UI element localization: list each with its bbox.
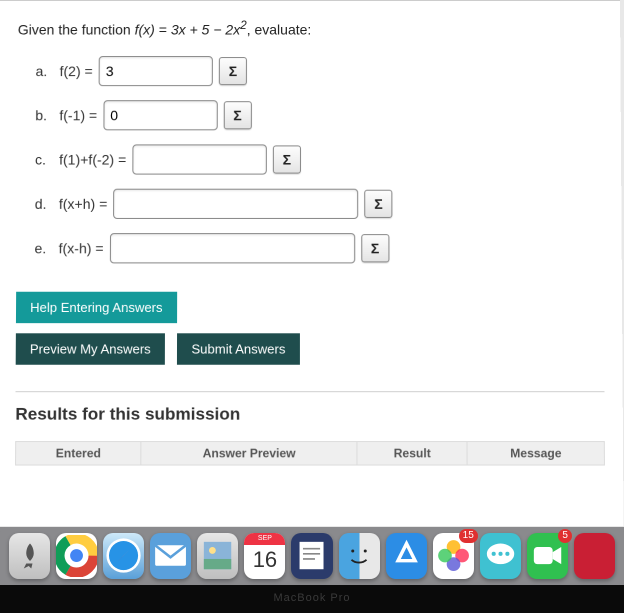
help-entering-answers-button[interactable]: Help Entering Answers [16,291,177,322]
submit-answers-button[interactable]: Submit Answers [177,333,299,364]
label-c: c. [35,151,55,167]
launchpad-icon[interactable] [9,533,50,579]
textedit-icon[interactable] [291,533,332,579]
photos-badge: 15 [459,529,478,543]
messages-icon[interactable] [480,533,521,579]
answer-input-d[interactable] [113,188,358,218]
col-entered: Entered [16,441,142,464]
answer-input-b[interactable] [103,100,217,130]
answer-input-a[interactable] [99,56,213,86]
question-row-d: d. f(x+h) = Σ [17,188,604,218]
prompt-suffix: , evaluate: [247,22,312,38]
label-b: b. [35,107,55,123]
label-e: e. [34,240,54,256]
label-d: d. [35,195,55,211]
dock-app-icon[interactable] [574,533,615,579]
text-a: f(2) = [60,63,93,79]
text-b: f(-1) = [59,107,97,123]
results-heading: Results for this submission [15,404,604,424]
col-message: Message [467,441,604,464]
prompt-func-rhs: 3x + 5 − 2x [171,22,240,38]
question-row-b: b. f(-1) = Σ [17,100,603,130]
results-header-row: Entered Answer Preview Result Message [16,441,605,464]
preview-icon[interactable] [197,533,238,579]
finder-icon[interactable] [339,533,380,579]
facetime-icon[interactable]: 5 [527,533,568,579]
answer-input-c[interactable] [132,144,267,174]
col-result: Result [357,441,467,464]
mail-icon[interactable] [150,533,191,579]
chrome-icon[interactable] [56,533,97,579]
calendar-icon[interactable]: SEP 16 [244,533,285,579]
text-e: f(x-h) = [59,240,104,256]
question-row-c: c. f(1)+f(-2) = Σ [17,144,603,174]
sigma-button-e[interactable]: Σ [361,234,389,262]
col-answer-preview: Answer Preview [141,441,357,464]
prompt-prefix: Given the function [18,22,135,38]
calendar-day: 16 [253,547,277,573]
question-row-a: a. f(2) = Σ [17,56,602,86]
button-row: Help Entering Answers Preview My Answers… [16,291,605,374]
sigma-button-b[interactable]: Σ [223,101,251,129]
question-prompt: Given the function f(x) = 3x + 5 − 2x2, … [18,19,602,38]
macbook-bezel: MacBook Pro [0,585,624,613]
text-c: f(1)+f(-2) = [59,151,126,167]
text-d: f(x+h) = [59,195,108,211]
prompt-func-lhs: f(x) [135,22,155,38]
divider [16,391,605,392]
label-a: a. [36,63,56,79]
safari-icon[interactable] [103,533,144,579]
sigma-button-a[interactable]: Σ [219,57,247,85]
prompt-eq: = [155,22,171,38]
preview-my-answers-button[interactable]: Preview My Answers [16,333,165,364]
sigma-button-c[interactable]: Σ [273,145,301,173]
sigma-button-d[interactable]: Σ [364,189,392,217]
results-table: Entered Answer Preview Result Message [15,441,605,465]
macos-dock: SEP 16 15 5 [0,527,624,585]
facetime-badge: 5 [558,529,572,543]
webwork-page: Given the function f(x) = 3x + 5 − 2x2, … [0,0,624,526]
photos-icon[interactable]: 15 [433,533,474,579]
appstore-icon[interactable] [386,533,427,579]
question-row-e: e. f(x-h) = Σ [16,233,603,263]
answer-input-e[interactable] [110,233,355,263]
calendar-month: SEP [244,533,285,545]
